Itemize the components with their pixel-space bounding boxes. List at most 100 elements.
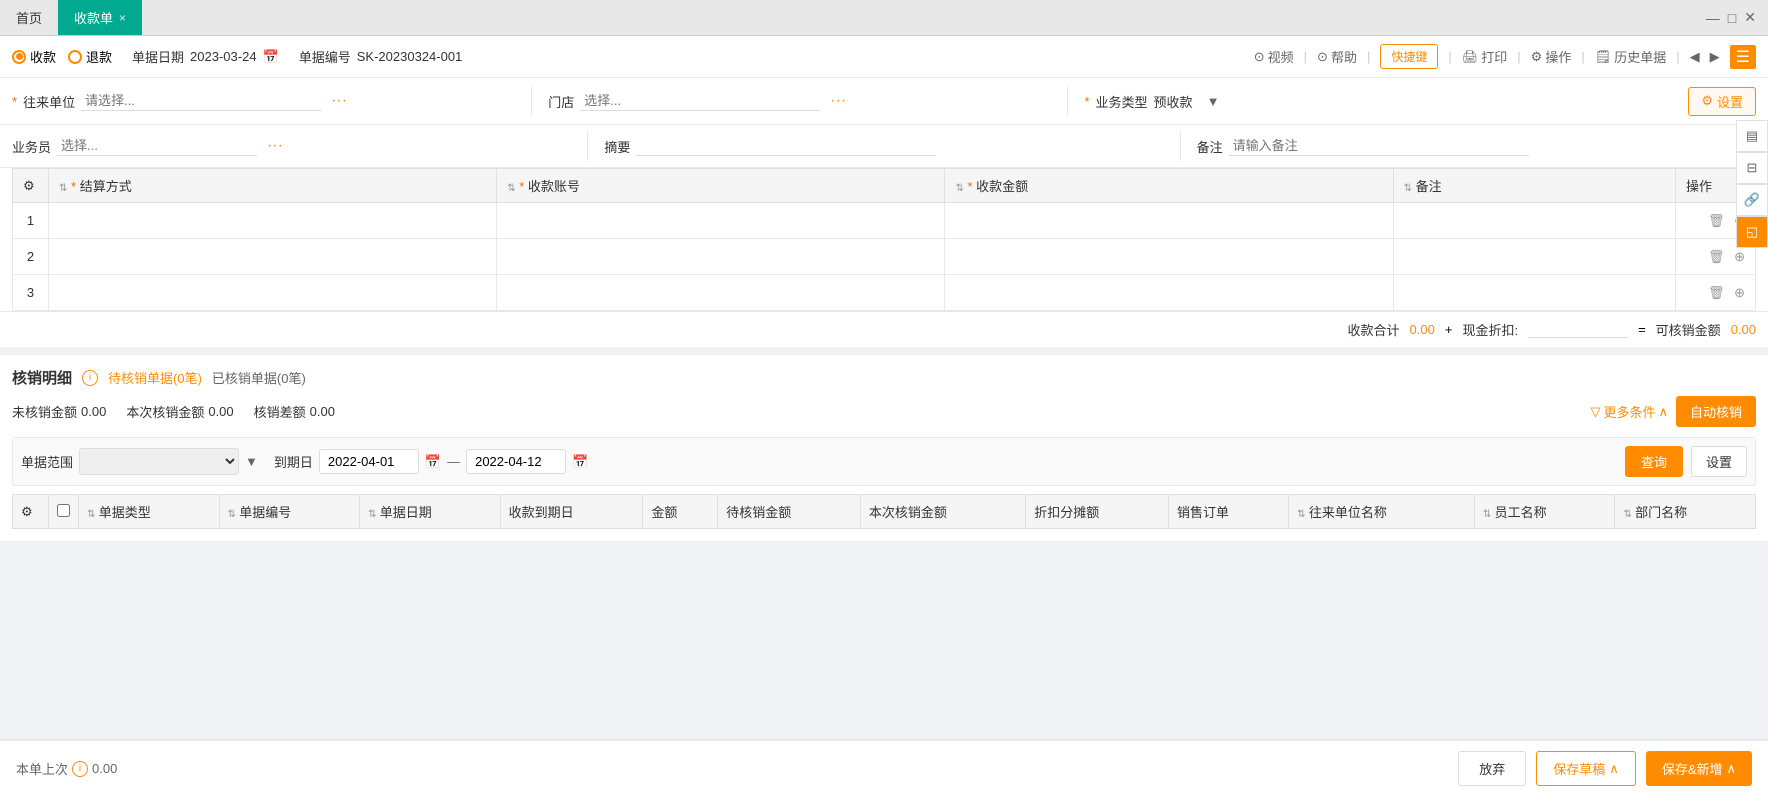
- store-input[interactable]: [580, 91, 820, 111]
- gear-icon: ⚙: [23, 178, 35, 193]
- save-new-chevron-icon: ∧: [1726, 761, 1736, 777]
- shortcut-btn[interactable]: 快捷键: [1380, 44, 1438, 69]
- help-icon: ⊙: [1317, 49, 1328, 65]
- tab-home[interactable]: 首页: [0, 0, 58, 35]
- layout-icon-right[interactable]: ▶: [1710, 49, 1720, 65]
- delete-row-3-icon[interactable]: 🗑: [1708, 285, 1725, 300]
- filter-settings-button[interactable]: 设置: [1691, 446, 1747, 477]
- history-link[interactable]: 🗒 历史单据: [1595, 47, 1667, 66]
- chevron-up-icon: ∧: [1658, 404, 1668, 420]
- bottom-col-amount: 金额: [643, 495, 718, 529]
- layout-icon-grid[interactable]: ☰: [1730, 45, 1756, 69]
- abandon-button[interactable]: 放弃: [1458, 751, 1526, 786]
- range-label: 单据范围: [21, 452, 73, 471]
- date-calendar-icon[interactable]: 📅: [263, 49, 279, 65]
- copy-row-2-icon[interactable]: ⊕: [1734, 249, 1745, 264]
- video-link[interactable]: ⊙ 视频: [1254, 47, 1294, 66]
- account-cell-1[interactable]: [497, 203, 945, 239]
- window-maximize-icon[interactable]: □: [1728, 10, 1736, 26]
- business-type-dropdown-icon[interactable]: ▼: [1207, 94, 1220, 109]
- bottom-col-gear[interactable]: ⚙: [13, 495, 49, 529]
- plus-sign: +: [1445, 322, 1453, 337]
- table-row: 3 🗑 ⊕: [13, 275, 1756, 311]
- filter-icon: ▽: [1590, 404, 1600, 420]
- tab-active[interactable]: 收款单 ×: [58, 0, 142, 35]
- note-cell-1[interactable]: [1393, 203, 1675, 239]
- layout-icon-left[interactable]: ◀: [1690, 49, 1700, 65]
- col-gear[interactable]: ⚙: [13, 169, 49, 203]
- delete-row-1-icon[interactable]: 🗑: [1708, 213, 1725, 228]
- radio-tuikuan[interactable]: 退款: [68, 47, 112, 66]
- counterparty-more-icon[interactable]: ···: [331, 92, 347, 110]
- operation-icon: ⚙: [1531, 49, 1543, 65]
- settings-button[interactable]: ⚙ 设置: [1688, 87, 1756, 116]
- footer-info-icon[interactable]: i: [72, 761, 88, 777]
- copy-row-3-icon[interactable]: ⊕: [1734, 285, 1745, 300]
- tab-close-icon[interactable]: ×: [119, 11, 126, 25]
- range-select[interactable]: [79, 448, 239, 475]
- save-new-button[interactable]: 保存&新增 ∧: [1646, 751, 1752, 786]
- settlement-cell-1[interactable]: [49, 203, 497, 239]
- summary-input[interactable]: [636, 136, 936, 156]
- account-cell-3[interactable]: [497, 275, 945, 311]
- equals-sign: =: [1638, 322, 1646, 337]
- auto-reconcile-button[interactable]: 自动核销: [1676, 396, 1756, 427]
- date-from-input[interactable]: [319, 449, 419, 474]
- reconcile-title: 核销明细: [12, 367, 72, 388]
- tab-bar-right: — □ ✕: [1706, 9, 1768, 26]
- help-link[interactable]: ⊙ 帮助: [1317, 47, 1357, 66]
- reconcile-info-icon[interactable]: i: [82, 370, 98, 386]
- radio-shoukuan[interactable]: 收款: [12, 47, 56, 66]
- bottom-gear-icon: ⚙: [21, 504, 33, 519]
- select-all-checkbox[interactable]: [57, 504, 70, 517]
- salesperson-group: 业务员 ···: [12, 136, 571, 156]
- right-panel-icon-1[interactable]: ▤: [1736, 120, 1768, 152]
- bottom-col-dept: ⇅ 部门名称: [1615, 495, 1756, 529]
- page-footer: 本单上次 i 0.00 放弃 保存草稿 ∧ 保存&新增 ∧: [0, 739, 1768, 796]
- date-to-calendar-icon[interactable]: 📅: [572, 454, 588, 470]
- total-label: 收款合计: [1348, 320, 1400, 339]
- counterparty-input[interactable]: [81, 91, 321, 111]
- amount-cell-2[interactable]: [945, 239, 1393, 275]
- bottom-col-current: 本次核销金额: [860, 495, 1025, 529]
- col-note: ⇅ 备注: [1393, 169, 1675, 203]
- query-button[interactable]: 查询: [1625, 446, 1683, 477]
- tab-pending[interactable]: 待核销单据(0笔): [108, 368, 202, 387]
- radio-tuikuan-label: 退款: [86, 47, 112, 66]
- form-fields-row1: * 往来单位 ··· 门店 ··· * 业务类型 预收款 ▼ ⚙ 设置: [0, 78, 1768, 125]
- save-draft-button[interactable]: 保存草稿 ∧: [1536, 751, 1636, 786]
- settlement-cell-3[interactable]: [49, 275, 497, 311]
- main-table: ⚙ ⇅ * 结算方式 ⇅ * 收款账号 ⇅ * 收款金额 ⇅: [12, 168, 1756, 311]
- date-from-calendar-icon[interactable]: 📅: [425, 454, 441, 470]
- delete-row-2-icon[interactable]: 🗑: [1708, 249, 1725, 264]
- diff-label: 核销差额: [254, 402, 306, 421]
- settlement-cell-2[interactable]: [49, 239, 497, 275]
- right-panel-icon-2[interactable]: ⊟: [1736, 152, 1768, 184]
- account-cell-2[interactable]: [497, 239, 945, 275]
- radio-tuikuan-dot: [68, 50, 82, 64]
- date-to-input[interactable]: [466, 449, 566, 474]
- print-link[interactable]: 🖨 打印: [1462, 47, 1508, 66]
- amount-cell-3[interactable]: [945, 275, 1393, 311]
- discount-input[interactable]: [1528, 322, 1628, 338]
- window-close-icon[interactable]: ✕: [1744, 9, 1756, 26]
- note-cell-3[interactable]: [1393, 275, 1675, 311]
- window-minimize-icon[interactable]: —: [1706, 10, 1720, 26]
- reconcile-section: 核销明细 i 待核销单据(0笔) 已核销单据(0笔) 未核销金额 0.00 本次…: [0, 355, 1768, 541]
- salesperson-input[interactable]: [57, 136, 257, 156]
- tab-done[interactable]: 已核销单据(0笔): [212, 368, 306, 387]
- range-dropdown-icon[interactable]: ▼: [245, 454, 258, 469]
- operation-link[interactable]: ⚙ 操作: [1531, 47, 1572, 66]
- bottom-col-counterparty: ⇅ 往来单位名称: [1289, 495, 1475, 529]
- note-cell-2[interactable]: [1393, 239, 1675, 275]
- store-more-icon[interactable]: ···: [830, 92, 846, 110]
- more-conditions-link[interactable]: ▽ 更多条件 ∧: [1590, 402, 1668, 421]
- right-panel-icon-4[interactable]: ◱: [1736, 216, 1768, 248]
- tab-bar: 首页 收款单 × — □ ✕: [0, 0, 1768, 36]
- diff-stat: 核销差额 0.00: [254, 402, 335, 421]
- filter-row: 单据范围 ▼ 到期日 📅 — 📅 查询 设置: [12, 437, 1756, 486]
- note-input[interactable]: [1229, 136, 1529, 156]
- right-panel-icon-3[interactable]: 🔗: [1736, 184, 1768, 216]
- amount-cell-1[interactable]: [945, 203, 1393, 239]
- salesperson-more-icon[interactable]: ···: [267, 137, 283, 155]
